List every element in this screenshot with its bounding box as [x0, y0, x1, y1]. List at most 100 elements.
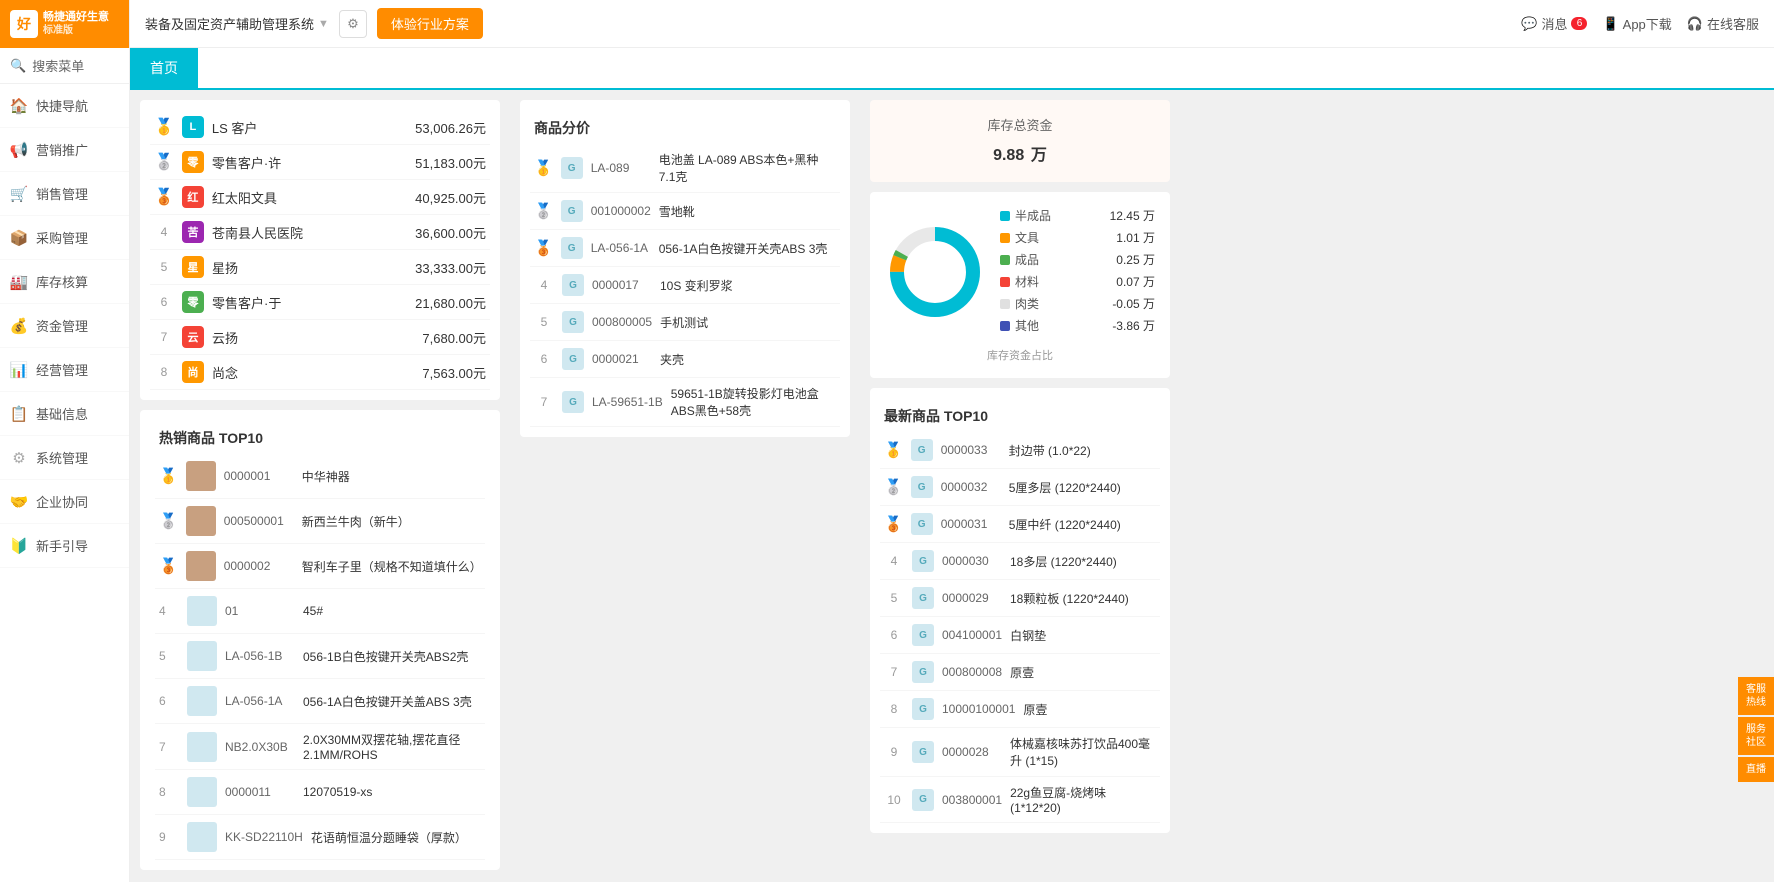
- product-code: 0000002: [224, 559, 294, 573]
- legend-name: 半成品: [1015, 207, 1051, 224]
- product-name: 5厘多层 (1220*2440): [1009, 479, 1156, 496]
- product-code: NB2.0X30B: [225, 740, 295, 754]
- product-image: G: [562, 391, 584, 413]
- nav-icon: 🛒: [10, 185, 28, 203]
- rank-number: 4: [159, 604, 179, 618]
- rank-number: 6: [159, 694, 179, 708]
- product-image-placeholder: [187, 777, 217, 807]
- product-name: 45#: [303, 604, 481, 618]
- sidebar-item-guide[interactable]: 🔰新手引导: [0, 524, 129, 568]
- service-community-btn[interactable]: 服务社区: [1738, 717, 1774, 755]
- customer-amount: 36,600.00元: [415, 223, 486, 242]
- legend-value: 0.07 万: [1116, 273, 1155, 290]
- legend-value: -3.86 万: [1112, 317, 1155, 334]
- logo: 好 畅捷通好生意 标准版: [0, 0, 129, 48]
- product-image-placeholder: [187, 596, 217, 626]
- online-service-button[interactable]: 🎧 在线客服: [1687, 14, 1759, 33]
- rank-number: 8: [884, 702, 904, 716]
- message-button[interactable]: 💬 消息 6: [1521, 14, 1587, 33]
- product-code: LA-056-1A: [225, 694, 295, 708]
- rank-number: 8: [154, 365, 174, 379]
- content: 🥇 L LS 客户 53,006.26元 🥈 零 零售客户·许 51,183.0…: [130, 90, 1774, 882]
- nav-icon: 💰: [10, 317, 28, 335]
- product-code: 01: [225, 604, 295, 618]
- product-image: G: [561, 237, 583, 259]
- logo-icon: 好: [10, 10, 38, 38]
- product-code: 0000029: [942, 591, 1002, 605]
- sidebar: 好 畅捷通好生意 标准版 🔍 搜索菜单 🏠快捷导航📢营销推广🛒销售管理📦采购管理…: [0, 0, 130, 882]
- legend-value: 12.45 万: [1110, 207, 1155, 224]
- customer-amount: 53,006.26元: [415, 118, 486, 137]
- live-btn[interactable]: 直播: [1738, 757, 1774, 782]
- sidebar-item-sales[interactable]: 🛒销售管理: [0, 172, 129, 216]
- medal-icon: 🥈: [154, 152, 174, 172]
- new-product-row: 🥈 G 0000032 5厘多层 (1220*2440): [880, 469, 1160, 506]
- product-name: 056-1B白色按键开关壳ABS2壳: [303, 648, 481, 665]
- nav-icon: 🤝: [10, 493, 28, 511]
- product-rank-row: 🥉 G LA-056-1A 056-1A白色按键开关壳ABS 3壳: [530, 230, 840, 267]
- customer-avatar: 零: [182, 291, 204, 313]
- hot-product-row: 5 LA-056-1B 056-1B白色按键开关壳ABS2壳: [155, 634, 485, 679]
- product-code: 0000030: [942, 554, 1002, 568]
- product-image: [186, 461, 216, 491]
- sidebar-item-purchase[interactable]: 📦采购管理: [0, 216, 129, 260]
- product-rank-row: 5 G 000800005 手机测试: [530, 304, 840, 341]
- search-menu[interactable]: 🔍 搜索菜单: [0, 48, 129, 84]
- product-name: 手机测试: [660, 314, 836, 331]
- sidebar-item-inventory[interactable]: 🏭库存核算: [0, 260, 129, 304]
- sidebar-item-quick-nav[interactable]: 🏠快捷导航: [0, 84, 129, 128]
- new-product-row: 7 G 000800008 原壹: [880, 654, 1160, 691]
- customer-service-btn[interactable]: 客服热线: [1738, 677, 1774, 715]
- customer-rank-row: 🥇 L LS 客户 53,006.26元: [150, 110, 490, 145]
- rank-number: 5: [159, 649, 179, 663]
- sidebar-item-basic-info[interactable]: 📋基础信息: [0, 392, 129, 436]
- product-name: 2.0X30MM双摆花轴,摆花直径2.1MM/ROHS: [303, 731, 481, 762]
- hot-product-row: 🥈 000500001 新西兰牛肉（新牛）: [155, 499, 485, 544]
- product-image: G: [562, 348, 584, 370]
- product-name: 18多层 (1220*2440): [1010, 553, 1156, 570]
- product-code: 000800008: [942, 665, 1002, 679]
- medal-icon: 🥇: [159, 467, 178, 485]
- rank-number: 4: [154, 225, 174, 239]
- customer-rank-row: 5 星 星扬 33,333.00元: [150, 250, 490, 285]
- sidebar-item-operation[interactable]: 📊经营管理: [0, 348, 129, 392]
- customer-avatar: L: [182, 116, 204, 138]
- hot-product-row: 8 0000011 12070519-xs: [155, 770, 485, 815]
- trial-button[interactable]: 体验行业方案: [377, 8, 483, 39]
- product-image: G: [912, 741, 934, 763]
- legend-name: 肉类: [1015, 295, 1039, 312]
- rank-number: 5: [534, 315, 554, 329]
- product-code: LA-056-1A: [591, 241, 651, 255]
- sidebar-item-marketing[interactable]: 📢营销推广: [0, 128, 129, 172]
- app-download-button[interactable]: 📱 App下载: [1602, 14, 1671, 33]
- sidebar-item-cooperation[interactable]: 🤝企业协同: [0, 480, 129, 524]
- medal-icon: 🥇: [884, 441, 903, 459]
- customer-name: 红太阳文具: [212, 188, 407, 207]
- sidebar-item-system[interactable]: ⚙系统管理: [0, 436, 129, 480]
- product-image: [186, 506, 216, 536]
- system-selector[interactable]: 装备及固定资产辅助管理系统 ▼: [145, 14, 329, 33]
- page-tabs: 首页: [130, 48, 1774, 90]
- nav-label: 新手引导: [36, 536, 88, 555]
- nav-label: 基础信息: [36, 404, 88, 423]
- product-name: 新西兰牛肉（新牛）: [302, 513, 481, 530]
- nav-icon: 📦: [10, 229, 28, 247]
- donut-area: 半成品 12.45 万 文具 1.01 万 成品 0.25 万 材料 0.07 …: [885, 207, 1155, 339]
- product-name: 雪地靴: [659, 203, 836, 220]
- product-name: 原壹: [1023, 701, 1156, 718]
- tab-home[interactable]: 首页: [130, 48, 198, 88]
- customer-rank-row: 8 尚 尚念 7,563.00元: [150, 355, 490, 390]
- legend-name: 成品: [1015, 251, 1039, 268]
- new-product-row: 9 G 0000028 体械嘉核味苏打饮品400毫升 (1*15): [880, 728, 1160, 777]
- customer-avatar: 苦: [182, 221, 204, 243]
- medal-icon: 🥇: [154, 117, 174, 137]
- sidebar-item-finance[interactable]: 💰资金管理: [0, 304, 129, 348]
- product-code: 003800001: [942, 793, 1002, 807]
- legend-value: -0.05 万: [1112, 295, 1155, 312]
- rank-number: 4: [884, 554, 904, 568]
- product-image: G: [561, 200, 583, 222]
- product-code: 0000001: [224, 469, 294, 483]
- settings-button[interactable]: ⚙: [339, 10, 367, 38]
- product-code: 0000011: [225, 785, 295, 799]
- product-image: G: [561, 157, 583, 179]
